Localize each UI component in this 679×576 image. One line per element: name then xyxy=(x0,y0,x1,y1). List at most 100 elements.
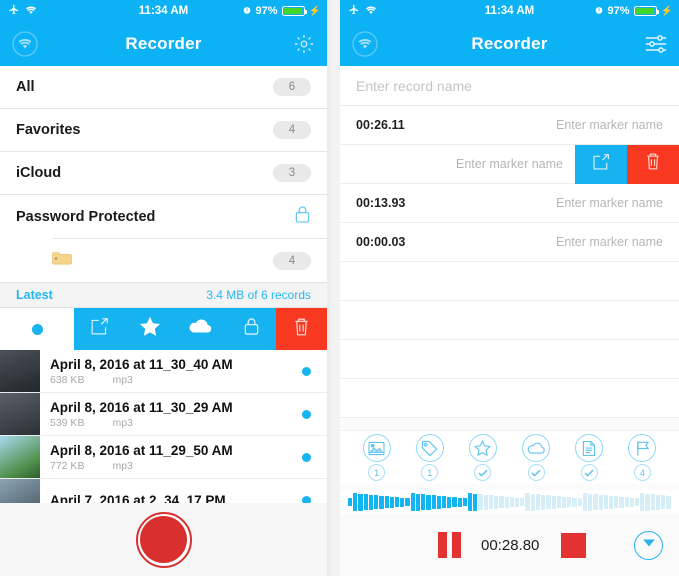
waveform-bar xyxy=(400,497,405,507)
folder-row-custom[interactable]: 4 xyxy=(0,239,327,282)
battery-icon xyxy=(633,6,659,16)
record-name-input[interactable]: Enter record name xyxy=(340,66,679,106)
marker-row[interactable]: 00:13.93 Enter marker name xyxy=(340,184,679,223)
latest-label[interactable]: Latest xyxy=(16,288,53,302)
waveform-bar xyxy=(348,498,353,506)
waveform-bar xyxy=(410,493,415,511)
record-row[interactable]: April 8, 2016 at 11_30_29 AM 539 KB mp3 xyxy=(0,393,327,436)
gear-icon[interactable] xyxy=(293,33,315,55)
waveform-bar xyxy=(504,496,509,508)
marker-edit-action-button[interactable] xyxy=(575,144,627,184)
sliders-icon[interactable] xyxy=(645,34,667,54)
record-button[interactable] xyxy=(135,511,192,568)
waveform-bar xyxy=(441,496,447,508)
marker-row-empty xyxy=(340,301,679,340)
marker-row[interactable]: 00:26.11 Enter marker name xyxy=(340,106,679,145)
record-row[interactable]: April 8, 2016 at 11_29_50 AM 772 KB mp3 xyxy=(0,436,327,479)
waveform-bar xyxy=(603,495,608,509)
attachment-badge: 1 xyxy=(421,464,439,481)
marker-delete-action-button[interactable] xyxy=(627,144,679,184)
wifi-circle-icon[interactable] xyxy=(12,31,38,57)
attachment-toolbar: 1 1 4 xyxy=(340,430,679,484)
waveform-bar xyxy=(421,494,426,510)
record-thumbnail xyxy=(0,350,40,392)
waveform-bar xyxy=(499,496,504,508)
waveform-bar xyxy=(374,495,379,509)
waveform-bar xyxy=(666,495,671,509)
cloud-action-button[interactable] xyxy=(175,308,226,350)
folder-list: All 6 Favorites 4 iCloud 3 Password Prot… xyxy=(0,66,327,282)
playback-waveform[interactable] xyxy=(340,490,679,514)
folder-label: Password Protected xyxy=(16,208,156,225)
record-size: 772 KB xyxy=(50,459,85,472)
selection-dot-icon xyxy=(31,323,43,335)
folder-label: Favorites xyxy=(16,122,81,138)
marker-name-placeholder[interactable]: Enter marker name xyxy=(556,118,663,132)
folder-row-all[interactable]: All 6 xyxy=(0,66,327,109)
waveform-bar xyxy=(577,498,582,506)
attachment-cloud[interactable] xyxy=(522,434,551,481)
nav-bar-right: Recorder xyxy=(340,22,679,66)
record-info: April 8, 2016 at 11_30_29 AM 539 KB mp3 xyxy=(40,400,233,429)
edit-action-button[interactable] xyxy=(74,308,125,350)
record-list: April 8, 2016 at 11_30_40 AM 638 KB mp3 … xyxy=(0,350,327,522)
favorite-action-button[interactable] xyxy=(124,308,176,350)
marker-name-placeholder[interactable]: Enter marker name xyxy=(456,157,575,171)
folder-row-password-protected[interactable]: Password Protected xyxy=(0,195,327,238)
chevron-down-icon xyxy=(641,536,657,554)
attachment-flag[interactable]: 4 xyxy=(628,434,657,481)
waveform-bar xyxy=(363,494,368,510)
waveform-bar xyxy=(645,493,650,511)
attachment-document[interactable] xyxy=(575,434,604,481)
waveform-bar xyxy=(655,494,661,510)
waveform-bar xyxy=(598,494,603,510)
lock-action-button[interactable] xyxy=(225,308,277,350)
tag-icon xyxy=(415,434,444,462)
waveform-bar xyxy=(614,496,619,508)
waveform-bar xyxy=(551,495,556,509)
waveform-bar xyxy=(494,495,499,509)
waveform-bar xyxy=(661,495,666,509)
folder-row-favorites[interactable]: Favorites 4 xyxy=(0,109,327,152)
pause-button[interactable] xyxy=(438,532,461,558)
folder-row-icloud[interactable]: iCloud 3 xyxy=(0,152,327,195)
waveform-bar xyxy=(650,494,655,510)
waveform-bar xyxy=(520,498,525,506)
wifi-circle-icon[interactable] xyxy=(352,31,378,57)
waveform-bar xyxy=(368,494,374,510)
marker-row[interactable]: 00:00.03 Enter marker name xyxy=(340,223,679,262)
trash-icon xyxy=(645,152,661,176)
stop-button[interactable] xyxy=(561,532,587,558)
marker-name-placeholder[interactable]: Enter marker name xyxy=(556,235,663,249)
photo-icon xyxy=(362,434,391,462)
marker-list: 00:26.11 Enter marker name Enter marker … xyxy=(340,106,679,418)
marker-time: 00:00.03 xyxy=(356,235,406,249)
record-row[interactable]: April 8, 2016 at 11_30_40 AM 638 KB mp3 xyxy=(0,350,327,393)
delete-action-button[interactable] xyxy=(276,308,327,350)
record-format: mp3 xyxy=(112,416,133,429)
record-button-area xyxy=(0,503,327,576)
waveform-bar xyxy=(635,498,640,506)
attachment-photo[interactable]: 1 xyxy=(362,434,391,481)
record-info: April 8, 2016 at 11_29_50 AM 772 KB mp3 xyxy=(40,443,233,472)
status-time: 11:34 AM xyxy=(484,5,535,17)
folder-label: All xyxy=(16,79,35,95)
marker-name-placeholder[interactable]: Enter marker name xyxy=(556,196,663,210)
record-title: April 8, 2016 at 11_29_50 AM xyxy=(50,442,233,458)
selection-indicator[interactable] xyxy=(0,308,74,350)
folder-count-badge: 4 xyxy=(273,251,311,270)
attachment-favorite[interactable] xyxy=(468,434,497,481)
record-meta: 772 KB mp3 xyxy=(50,460,233,472)
attachment-tag[interactable]: 1 xyxy=(415,434,444,481)
folder-label: iCloud xyxy=(16,165,62,181)
collapse-button[interactable] xyxy=(634,530,663,560)
waveform-bar xyxy=(389,496,394,508)
attachment-badge: 1 xyxy=(368,464,386,481)
waveform-bar xyxy=(567,497,572,507)
waveform-bar xyxy=(483,494,488,510)
latest-summary-bar: Latest 3.4 MB of 6 records xyxy=(0,282,327,308)
marker-row-swiped[interactable]: Enter marker name xyxy=(340,144,679,184)
waveform-bar xyxy=(541,494,546,510)
player-controls: 00:28.80 xyxy=(340,514,679,576)
waveform-bar xyxy=(415,493,421,511)
